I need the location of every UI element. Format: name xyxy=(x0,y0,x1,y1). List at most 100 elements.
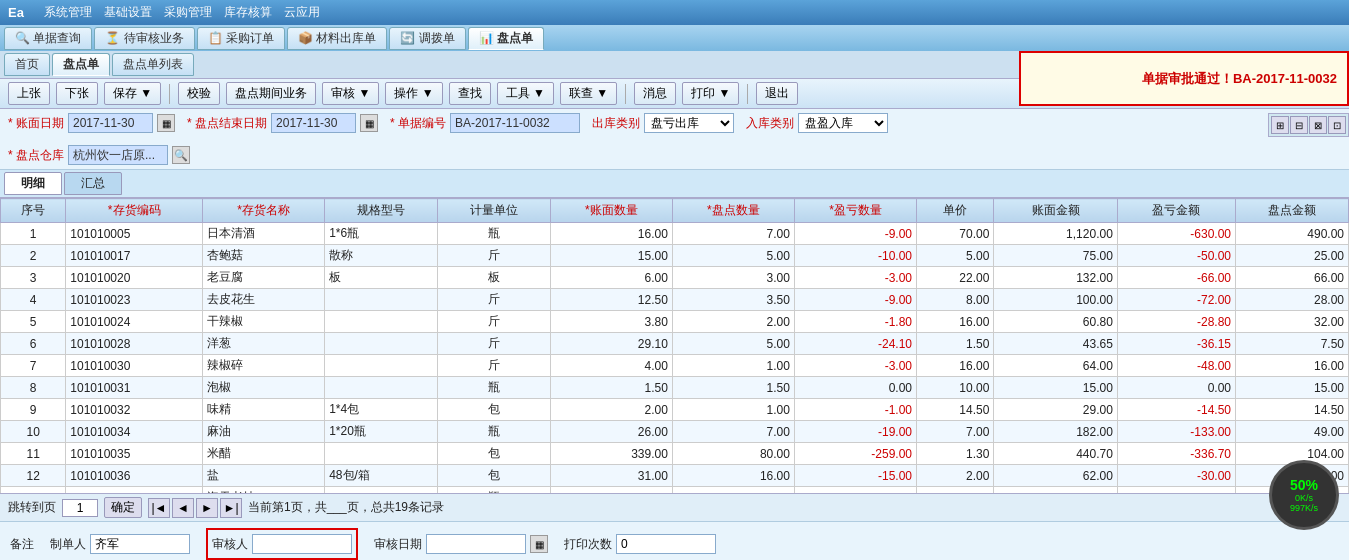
page-last[interactable]: ►| xyxy=(220,498,242,518)
btn-print[interactable]: 打印 ▼ xyxy=(682,82,739,105)
btn-save[interactable]: 保存 ▼ xyxy=(104,82,161,105)
bottom-form: 备注 制单人 审核人 审核日期 ▦ 打印次数 xyxy=(0,521,1349,560)
quick-tabs: 🔍 单据查询 ⏳ 待审核业务 📋 采购订单 📦 材料出库单 🔄 调拨单 📊 盘点… xyxy=(0,25,1349,51)
cal-zhangmian[interactable]: ▦ xyxy=(157,114,175,132)
th-zmje: 账面金额 xyxy=(994,199,1118,223)
nav-settings[interactable]: 基础设置 xyxy=(104,4,152,21)
pagination-confirm[interactable]: 确定 xyxy=(104,497,142,518)
icon-btn-2[interactable]: ⊟ xyxy=(1290,116,1308,134)
pagination-page-input[interactable] xyxy=(62,499,98,517)
label-zhangmian: * 账面日期 xyxy=(8,115,64,132)
table-row[interactable]: 8101010031泡椒瓶1.501.500.0010.0015.000.001… xyxy=(1,377,1349,399)
nav-purchase[interactable]: 采购管理 xyxy=(164,4,212,21)
sub-tab-detail[interactable]: 明细 xyxy=(4,172,62,195)
th-yksl: *盈亏数量 xyxy=(794,199,916,223)
data-table-container: 序号 *存货编码 *存货名称 规格型号 计量单位 *账面数量 *盘点数量 *盈亏… xyxy=(0,198,1349,493)
btn-exit[interactable]: 退出 xyxy=(756,82,798,105)
page-tab-inventory-list[interactable]: 盘点单列表 xyxy=(112,53,194,76)
table-row[interactable]: 7101010030辣椒碎斤4.001.00-3.0016.0064.00-48… xyxy=(1,355,1349,377)
cal-shenheriqi[interactable]: ▦ xyxy=(530,535,548,553)
table-row[interactable]: 11101010035米醋包339.0080.00-259.001.30440.… xyxy=(1,443,1349,465)
btn-tools[interactable]: 工具 ▼ xyxy=(497,82,554,105)
icon-btn-4[interactable]: ⊡ xyxy=(1328,116,1346,134)
th-spec: 规格型号 xyxy=(325,199,438,223)
table-row[interactable]: 1101010005日本清酒1*6瓶瓶16.007.00-9.0070.001,… xyxy=(1,223,1349,245)
btn-find[interactable]: 查找 xyxy=(449,82,491,105)
field-chuku-leibie: 出库类别 盘亏出库 xyxy=(592,113,734,133)
table-row[interactable]: 2101010017杏鲍菇散称斤15.005.00-10.005.0075.00… xyxy=(1,245,1349,267)
quick-tab-pending[interactable]: ⏳ 待审核业务 xyxy=(94,27,194,50)
input-pandian-jieshu[interactable] xyxy=(271,113,356,133)
table-row[interactable]: 3101010020老豆腐板板6.003.00-3.0022.00132.00-… xyxy=(1,267,1349,289)
page-prev[interactable]: ◄ xyxy=(172,498,194,518)
input-shenhe[interactable] xyxy=(252,534,352,554)
table-row[interactable]: 12101010036盐48包/箱包31.0016.00-15.002.0062… xyxy=(1,465,1349,487)
field-shenheriqi: 审核日期 ▦ xyxy=(374,534,548,554)
label-dayincishu: 打印次数 xyxy=(564,536,612,553)
input-danju-bianhao[interactable] xyxy=(450,113,580,133)
nav-inventory[interactable]: 库存核算 xyxy=(224,4,272,21)
field-danju-bianhao: * 单据编号 xyxy=(390,113,580,133)
quick-tab-order[interactable]: 📋 采购订单 xyxy=(197,27,285,50)
table-row[interactable]: 9101010032味精1*4包包2.001.00-1.0014.5029.00… xyxy=(1,399,1349,421)
sep2 xyxy=(625,84,626,104)
btn-audit[interactable]: 审核 ▼ xyxy=(322,82,379,105)
label-pandian-cangku: * 盘点仓库 xyxy=(8,147,64,164)
table-row[interactable]: 13101010038海天老抽瓶1.001.000.0039.0039.000.… xyxy=(1,487,1349,494)
btn-message[interactable]: 消息 xyxy=(634,82,676,105)
icon-btn-3[interactable]: ⊠ xyxy=(1309,116,1327,134)
speed-val1: 0K/s xyxy=(1295,493,1313,503)
quick-tab-material[interactable]: 📦 材料出库单 xyxy=(287,27,387,50)
page-info: 当前第1页，共___页，总共19条记录 xyxy=(248,499,444,516)
btn-period[interactable]: 盘点期间业务 xyxy=(226,82,316,105)
select-chuku[interactable]: 盘亏出库 xyxy=(644,113,734,133)
nav-system[interactable]: 系统管理 xyxy=(44,4,92,21)
cal-pandian-jieshu[interactable]: ▦ xyxy=(360,114,378,132)
table-row[interactable]: 10101010034麻油1*20瓶瓶26.007.00-19.007.0018… xyxy=(1,421,1349,443)
icon-btn-1[interactable]: ⊞ xyxy=(1271,116,1289,134)
input-pandian-cangku[interactable] xyxy=(68,145,168,165)
field-ruku-leibie: 入库类别 盘盈入库 xyxy=(746,113,888,133)
quick-tab-inventory[interactable]: 📊 盘点单 xyxy=(468,27,544,50)
label-shenhe: 审核人 xyxy=(212,536,248,553)
input-zhangmian-riqi[interactable] xyxy=(68,113,153,133)
field-dayincishu: 打印次数 xyxy=(564,534,716,554)
page-next[interactable]: ► xyxy=(196,498,218,518)
btn-prev[interactable]: 上张 xyxy=(8,82,50,105)
page-tab-inventory[interactable]: 盘点单 xyxy=(52,53,110,76)
input-shenheriqi[interactable] xyxy=(426,534,526,554)
speed-val2: 997K/s xyxy=(1290,503,1318,513)
label-chuku: 出库类别 xyxy=(592,115,640,132)
btn-operate[interactable]: 操作 ▼ xyxy=(385,82,442,105)
btn-verify[interactable]: 校验 xyxy=(178,82,220,105)
input-zhidanren[interactable] xyxy=(90,534,190,554)
notification-text: 单据审批通过！BA-2017-11-0032 xyxy=(1142,70,1337,88)
sub-tabs: 明细 汇总 xyxy=(0,170,1349,198)
quick-tab-query[interactable]: 🔍 单据查询 xyxy=(4,27,92,50)
btn-next[interactable]: 下张 xyxy=(56,82,98,105)
input-dayincishu[interactable] xyxy=(616,534,716,554)
toolbar: 上张 下张 保存 ▼ 校验 盘点期间业务 审核 ▼ 操作 ▼ 查找 工具 ▼ 联… xyxy=(0,79,1349,109)
highlight-shenhe: 审核人 xyxy=(206,528,358,560)
table-row[interactable]: 4101010023去皮花生斤12.503.50-9.008.00100.00-… xyxy=(1,289,1349,311)
quick-tab-transfer[interactable]: 🔄 调拨单 xyxy=(389,27,465,50)
speed-meter: 50% 0K/s 997K/s xyxy=(1269,460,1339,530)
page-tab-home[interactable]: 首页 xyxy=(4,53,50,76)
sub-tab-summary[interactable]: 汇总 xyxy=(64,172,122,195)
field-zhidanren: 制单人 xyxy=(50,534,190,554)
search-cangku-btn[interactable]: 🔍 xyxy=(172,146,190,164)
page-nav: |◄ ◄ ► ►| xyxy=(148,498,242,518)
label-pandian-jieshu: * 盘点结束日期 xyxy=(187,115,267,132)
th-pdsl: *盘点数量 xyxy=(672,199,794,223)
field-zhangmian-riqi: * 账面日期 ▦ xyxy=(8,113,175,133)
field-beizhu: 备注 xyxy=(10,536,34,553)
th-ykje: 盈亏金额 xyxy=(1117,199,1235,223)
speed-percent: 50% xyxy=(1290,477,1318,493)
btn-linked[interactable]: 联查 ▼ xyxy=(560,82,617,105)
select-ruku[interactable]: 盘盈入库 xyxy=(798,113,888,133)
table-row[interactable]: 6101010028洋葱斤29.105.00-24.101.5043.65-36… xyxy=(1,333,1349,355)
th-unit: 计量单位 xyxy=(437,199,550,223)
table-row[interactable]: 5101010024干辣椒斤3.802.00-1.8016.0060.80-28… xyxy=(1,311,1349,333)
page-first[interactable]: |◄ xyxy=(148,498,170,518)
nav-cloud[interactable]: 云应用 xyxy=(284,4,320,21)
